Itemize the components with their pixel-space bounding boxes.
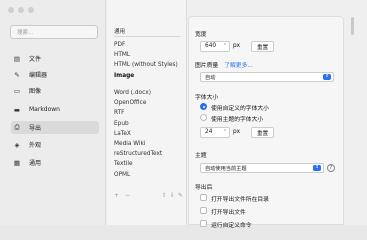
close-window-button[interactable] [8, 7, 14, 13]
theme-font-size-label: 使用主题的字体大小 [211, 117, 264, 123]
open-file-label: 打开导出文件 [211, 210, 246, 216]
sidebar-item-label: 通用 [29, 160, 42, 167]
scrollbar[interactable] [350, 14, 356, 224]
markdown-icon: ▬ [13, 105, 21, 114]
minimize-window-button[interactable] [18, 7, 24, 13]
list-item[interactable]: HTML (without Styles) [114, 62, 178, 68]
sidebar-item-file[interactable]: ▤ 文件 [11, 52, 99, 65]
checkbox-run-command[interactable] [200, 220, 207, 227]
list-item[interactable]: RTF [114, 110, 124, 116]
image-quality-value: 自动 [205, 75, 216, 81]
width-unit: px [233, 43, 241, 49]
font-size-reset-button[interactable]: 重置 [251, 127, 275, 138]
printer-icon: ⎙ [14, 123, 20, 131]
width-value: 640 [205, 43, 217, 49]
open-folder-label: 打开导出文件所在目录 [211, 197, 269, 203]
sidebar-item-markdown[interactable]: ▬ Markdown [11, 103, 99, 116]
list-item[interactable]: PDF [114, 42, 125, 48]
scrollbar-thumb[interactable] [351, 17, 354, 35]
image-quality-select[interactable]: 自动 ⇕ [200, 72, 334, 82]
list-item[interactable]: OpenOffice [114, 100, 146, 106]
sidebar-item-label: 编辑器 [29, 72, 48, 79]
theme-select[interactable]: 自动使用当前主题 ⇕ [200, 163, 324, 173]
file-icon: ▤ [13, 54, 21, 63]
sidebar-item-image[interactable]: ▭ 图像 [11, 84, 99, 97]
sidebar-item-label: Markdown [29, 106, 60, 113]
font-size-field[interactable]: 24 ⌃ [200, 127, 230, 138]
run-command-label: 运行自定义命令 [211, 223, 252, 229]
remove-button[interactable]: − [125, 192, 130, 199]
list-controls: + − ⇧⇩✎ [114, 192, 186, 199]
learn-more-link[interactable]: 了解更多... [224, 63, 253, 69]
theme-label: 主题 [195, 153, 207, 159]
list-item[interactable]: OPML [114, 172, 130, 178]
width-reset-button[interactable]: 重置 [251, 41, 275, 52]
list-item-selected[interactable]: Image [114, 73, 134, 79]
font-size-stepper[interactable]: ⌃ [223, 129, 227, 135]
after-export-label: 导出后 [195, 185, 213, 191]
edit-icon[interactable]: ✎ [178, 192, 186, 199]
font-size-label: 字体大小 [195, 95, 219, 101]
list-item[interactable]: Textile [114, 161, 133, 167]
font-size-unit: px [233, 129, 241, 135]
settings-panel: 宽度 640 ⌃ px 重置 图片质量 了解更多... 自动 ⇕ 字体大小 使用自… [188, 16, 344, 229]
list-item[interactable]: LaTeX [114, 131, 131, 137]
sidebar-item-label: 图像 [29, 88, 42, 95]
sidebar-item-export[interactable]: ⎙ 导出 [11, 121, 99, 134]
sidebar-item-label: 外观 [29, 142, 42, 149]
grid-icon: ▦ [13, 158, 21, 167]
export-format-list: 通用 PDF HTML HTML (without Styles) Image … [107, 0, 187, 225]
help-icon[interactable]: ? [327, 164, 335, 172]
preferences-window: 搜索... ▤ 文件 ✎ 编辑器 ▭ 图像 ▬ Markdown ⎙ 导出 ◈ … [0, 0, 367, 229]
list-item[interactable]: reStructuredText [114, 151, 162, 157]
sidebar-item-general[interactable]: ▦ 通用 [11, 156, 99, 169]
radio-theme-font-size[interactable] [200, 114, 207, 121]
add-button[interactable]: + [114, 192, 119, 199]
list-item[interactable]: HTML [114, 52, 130, 58]
pen-icon: ✎ [14, 70, 20, 79]
move-up-icon[interactable]: ⇧ [162, 192, 170, 199]
zoom-window-button[interactable] [28, 7, 34, 13]
paint-bucket-icon: ◈ [14, 140, 20, 149]
list-header: 通用 [114, 29, 126, 35]
width-stepper[interactable]: ⌃ [223, 43, 227, 49]
sidebar-item-label: 文件 [29, 56, 42, 63]
width-field[interactable]: 640 ⌃ [200, 41, 230, 52]
radio-custom-font-size[interactable] [200, 103, 207, 110]
sidebar-item-appearance[interactable]: ◈ 外观 [11, 138, 99, 151]
custom-font-size-label: 使用自定义的字体大小 [211, 106, 269, 112]
image-quality-label: 图片质量 了解更多... [195, 63, 253, 69]
chevron-updown-icon: ⇕ [313, 165, 321, 171]
sidebar-item-editor[interactable]: ✎ 编辑器 [11, 68, 99, 81]
checkbox-open-file[interactable] [200, 207, 207, 214]
checkbox-open-folder[interactable] [200, 194, 207, 201]
list-item[interactable]: Word (.docx) [114, 90, 151, 96]
theme-value: 自动使用当前主题 [205, 166, 247, 172]
move-down-icon[interactable]: ⇩ [170, 192, 178, 199]
window-controls [8, 7, 34, 13]
search-input[interactable]: 搜索... [10, 25, 98, 39]
image-icon: ▭ [13, 86, 21, 95]
width-label: 宽度 [195, 32, 207, 38]
sidebar-item-label: 导出 [29, 125, 42, 132]
font-size-value: 24 [205, 129, 213, 135]
chevron-updown-icon: ⇕ [323, 74, 331, 80]
divider [114, 36, 180, 37]
list-item[interactable]: Media Wiki [114, 141, 145, 147]
sidebar: 搜索... ▤ 文件 ✎ 编辑器 ▭ 图像 ▬ Markdown ⎙ 导出 ◈ … [0, 0, 106, 225]
list-item[interactable]: Epub [114, 121, 129, 127]
